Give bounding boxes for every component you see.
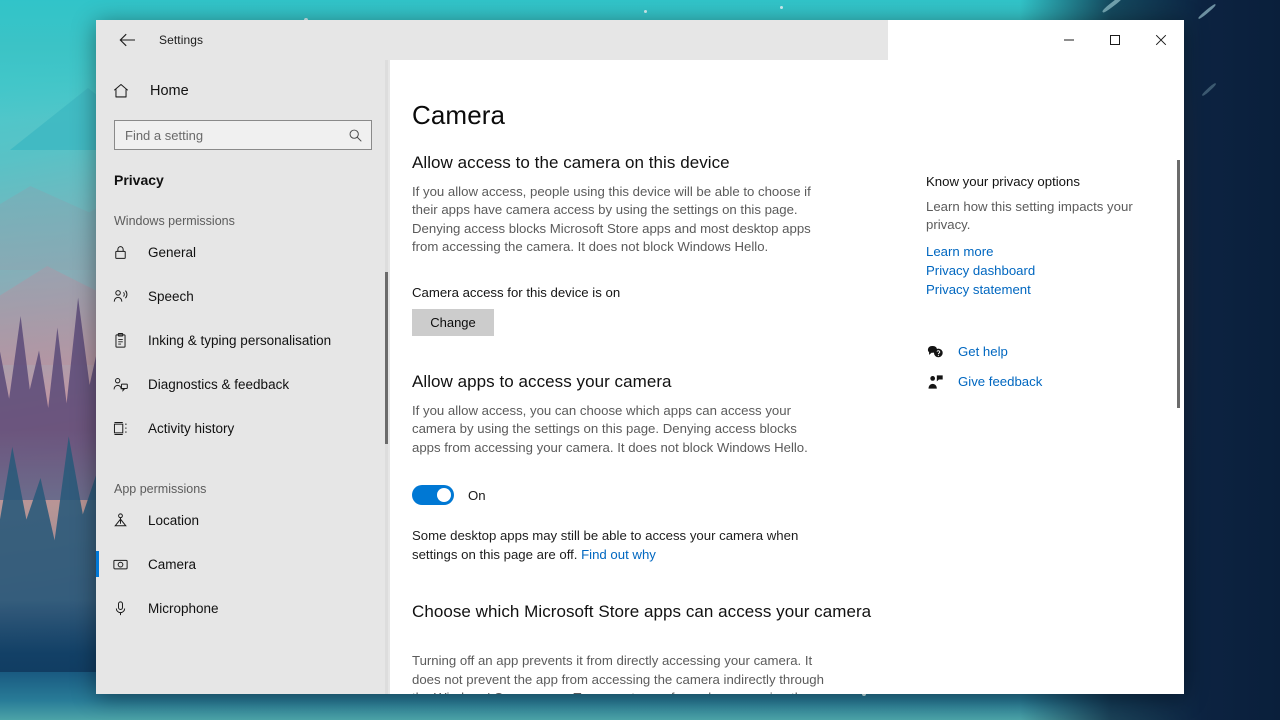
section-heading-device-access: Allow access to the camera on this devic…	[412, 153, 730, 172]
window-body: Home Privacy Windows	[96, 60, 1184, 694]
sidebar-scrollbar-thumb[interactable]	[385, 272, 388, 444]
sidebar-item-microphone[interactable]: Microphone	[96, 586, 390, 630]
sidebar-item-label: Microphone	[148, 600, 219, 616]
privacy-statement-link[interactable]: Privacy statement	[926, 281, 1176, 300]
search-icon	[348, 128, 363, 143]
find-out-why-link[interactable]: Find out why	[581, 547, 656, 562]
content-right-rail: Know your privacy options Learn how this…	[926, 60, 1176, 694]
sidebar-category-title: Privacy	[114, 172, 164, 188]
get-help-label: Get help	[958, 344, 1008, 360]
sidebar-item-label: Camera	[148, 556, 197, 572]
activity-history-icon	[112, 420, 140, 437]
sidebar-inner: Home Privacy Windows	[96, 60, 390, 630]
give-feedback-label: Give feedback	[958, 374, 1043, 390]
sidebar-item-label: Inking & typing personalisation	[148, 332, 332, 348]
home-icon	[112, 82, 142, 100]
close-button[interactable]	[1138, 20, 1184, 60]
window-titlebar[interactable]: Settings	[96, 20, 1184, 60]
sidebar-item-activity-history[interactable]: Activity history	[96, 406, 390, 450]
minimize-button[interactable]	[1046, 20, 1092, 60]
feedback-person-icon	[112, 376, 140, 393]
rail-subtext: Learn how this setting impacts your priv…	[926, 199, 1133, 233]
window-controls	[1046, 20, 1184, 60]
sidebar-group-title-app-permissions: App permissions	[114, 482, 207, 496]
sidebar-home-label: Home	[150, 83, 189, 99]
page-title: Camera	[412, 100, 506, 130]
sidebar-item-label: Activity history	[148, 420, 235, 436]
sidebar-item-location[interactable]: Location	[96, 498, 390, 542]
sidebar-item-speech[interactable]: Speech	[96, 274, 390, 318]
app-access-toggle[interactable]	[412, 485, 454, 506]
settings-window: Settings Home Find a setting Privacy Win…	[96, 20, 1184, 694]
section-heading-app-access: Allow apps to access your camera	[412, 371, 672, 391]
sidebar-item-general[interactable]: General	[96, 230, 390, 274]
minimize-icon	[1064, 39, 1074, 41]
rail-heading: Know your privacy options	[926, 174, 1080, 189]
give-feedback-action[interactable]: Give feedback	[926, 374, 1176, 390]
sidebar-item-inking-typing[interactable]: Inking & typing personalisation	[96, 318, 390, 362]
back-button[interactable]	[104, 24, 150, 56]
learn-more-link[interactable]: Learn more	[926, 243, 1176, 262]
lock-icon	[112, 244, 140, 261]
maximize-icon	[1110, 35, 1120, 45]
close-icon	[1155, 34, 1167, 46]
sidebar-item-diagnostics-feedback[interactable]: Diagnostics & feedback	[96, 362, 390, 406]
wallpaper-star	[644, 10, 647, 13]
device-access-status: Camera access for this device is on	[412, 284, 621, 300]
speech-person-icon	[112, 288, 140, 305]
selection-indicator	[96, 551, 99, 577]
back-arrow-icon	[119, 33, 135, 47]
microphone-icon	[112, 600, 140, 617]
desktop-apps-note: Some desktop apps may still be able to a…	[412, 527, 824, 564]
search-box[interactable]	[114, 120, 372, 150]
camera-icon	[112, 556, 140, 573]
get-help-action[interactable]: Get help	[926, 344, 1176, 360]
app-access-toggle-state: On	[468, 487, 486, 503]
app-access-toggle-row[interactable]: On	[412, 485, 910, 506]
change-button[interactable]: Change	[412, 308, 494, 336]
content-scrollbar-thumb[interactable]	[1177, 160, 1180, 408]
privacy-dashboard-link[interactable]: Privacy dashboard	[926, 262, 1176, 281]
settings-sidebar: Home Privacy Windows	[96, 60, 390, 694]
section-description-app-access: If you allow access, you can choose whic…	[412, 402, 808, 455]
sidebar-item-label: General	[148, 244, 197, 260]
wallpaper-star	[780, 6, 783, 9]
section-description-store-apps: Turning off an app prevents it from dire…	[412, 653, 824, 694]
section-description-device-access: If you allow access, people using this d…	[412, 184, 811, 255]
give-feedback-icon	[926, 374, 944, 390]
sidebar-item-label: Diagnostics & feedback	[148, 376, 290, 392]
maximize-button[interactable]	[1092, 20, 1138, 60]
location-pin-icon	[112, 512, 140, 529]
sidebar-item-camera[interactable]: Camera	[96, 542, 390, 586]
toggle-knob	[437, 488, 451, 503]
sidebar-group-title-windows-permissions: Windows permissions	[114, 214, 235, 228]
settings-content: Camera Allow access to the camera on thi…	[390, 60, 1184, 694]
content-primary-column: Camera Allow access to the camera on thi…	[390, 60, 910, 694]
sidebar-item-home[interactable]: Home	[96, 72, 390, 110]
search-input[interactable]	[125, 127, 348, 143]
clipboard-icon	[112, 332, 140, 349]
window-title: Settings	[159, 33, 204, 47]
sidebar-item-label: Location	[148, 512, 200, 528]
sidebar-search-wrap	[96, 110, 390, 150]
sidebar-item-label: Speech	[148, 288, 194, 304]
help-chat-icon	[926, 344, 944, 360]
section-heading-store-apps: Choose which Microsoft Store apps can ac…	[412, 602, 872, 622]
